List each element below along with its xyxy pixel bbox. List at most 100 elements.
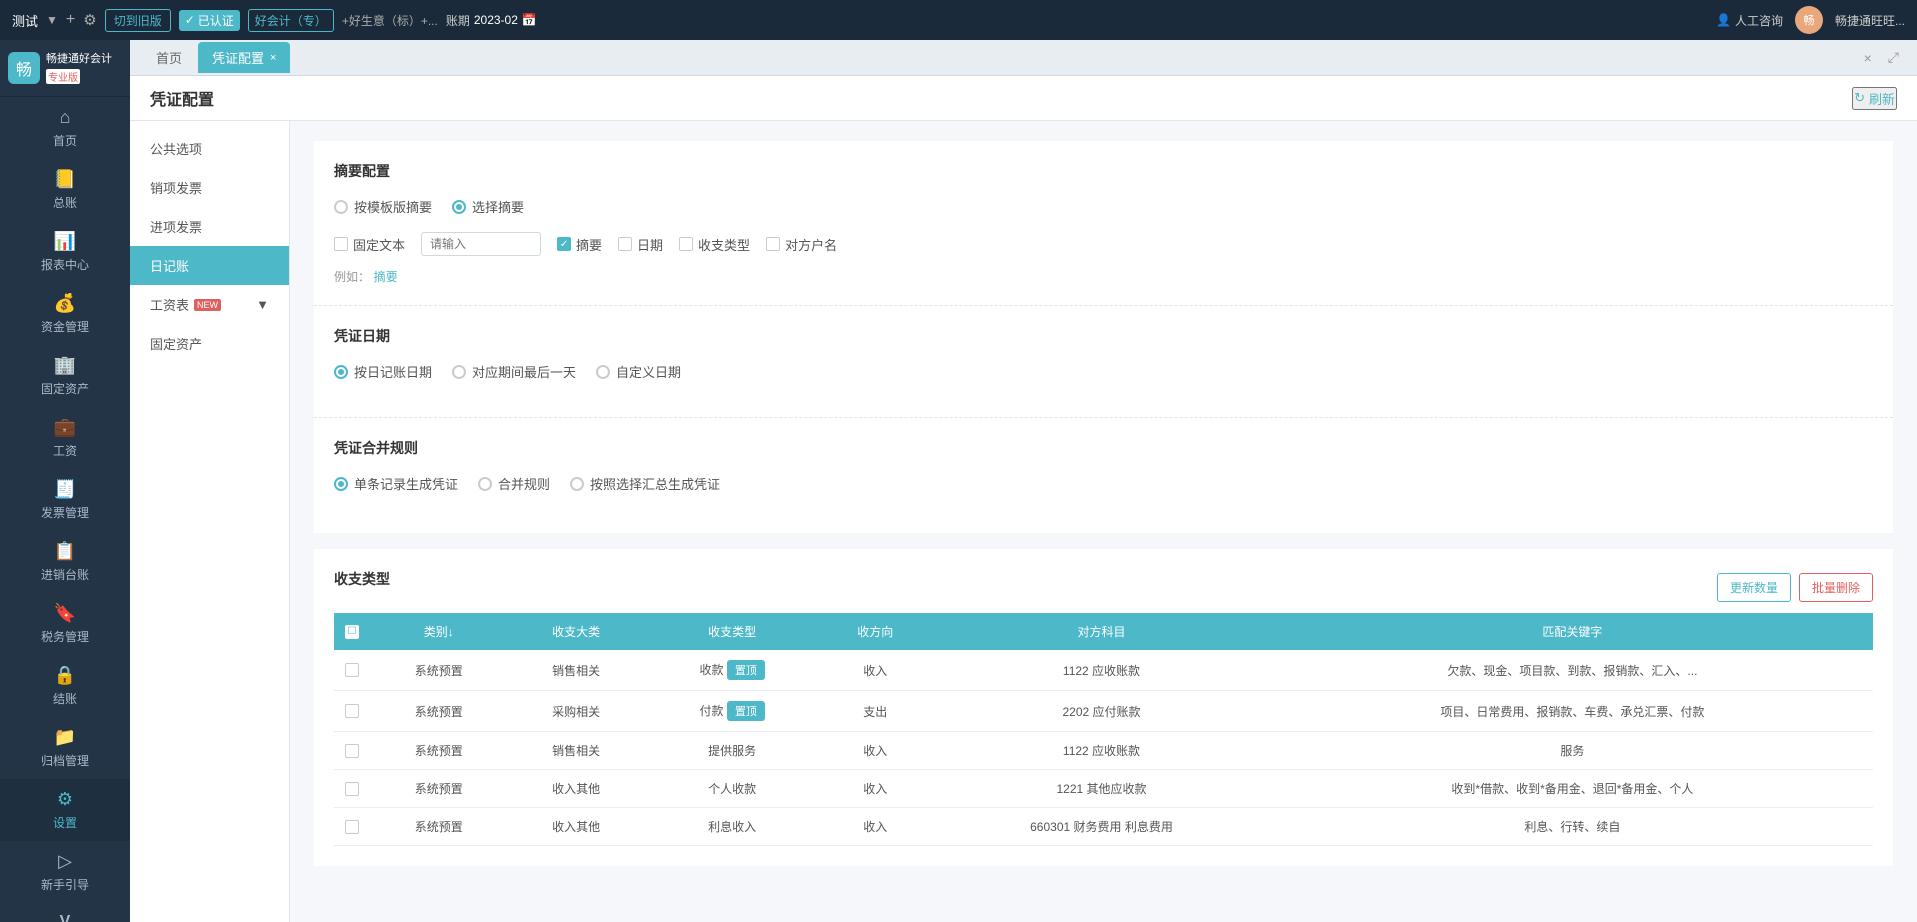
row-direction-0: 收入 [819,650,931,691]
tab-voucher-config[interactable]: 凭证配置 × [198,42,290,73]
col-keywords: 匹配关键字 [1272,613,1873,650]
row-keywords-1: 项目、日常费用、报销款、车费、承兑汇票、付款 [1272,691,1873,732]
row-account-2: 1122 应收账款 [931,732,1272,770]
sidebar-item-purchase[interactable]: 📋 进销台账 [0,531,130,593]
checkbox-counterpart[interactable]: 对方户名 [766,235,837,254]
sidebar-item-settings[interactable]: ⚙ 设置 [0,779,130,841]
left-nav-public[interactable]: 公共选项 [130,129,289,168]
left-nav-purchase-invoice[interactable]: 进项发票 [130,207,289,246]
row-checkbox-4[interactable] [334,808,370,846]
radio-merge[interactable]: 合并规则 [478,474,550,493]
table-row: 系统预置 销售相关 提供服务 收入 1122 应收账款 服务 [334,732,1873,770]
row-category-4: 系统预置 [370,808,507,846]
left-nav-payroll-table[interactable]: 工资表 NEW ▼ [130,285,289,324]
user-avatar[interactable]: 畅 [1795,6,1823,34]
row-account-1: 2202 应付账款 [931,691,1272,732]
batch-delete-btn[interactable]: 批量删除 [1799,573,1873,602]
radio-period-last[interactable]: 对应期间最后一天 [452,362,576,381]
help-btn[interactable]: 👤 人工咨询 [1716,12,1783,29]
left-nav-fixed-assets[interactable]: 固定资产 [130,324,289,363]
checkbox-fixed-text[interactable]: 固定文本 [334,235,405,254]
sidebar-logo: 畅 畅捷通好会计 专业版 [0,40,130,97]
topbar-plus-icon[interactable]: + [66,11,75,29]
topbar-settings-icon[interactable]: ⚙ [83,11,96,29]
sidebar-item-guide[interactable]: ▷ 新手引导 [0,841,130,903]
left-nav-sales-invoice[interactable]: 销项发票 [130,168,289,207]
sidebar-item-ledger[interactable]: 📒 总账 [0,159,130,221]
type-tag-btn-0[interactable]: 置顶 [727,660,765,680]
topbar-dropdown-icon[interactable]: ▼ [46,13,58,27]
row-major-type-0: 销售相关 [507,650,644,691]
radio-select-summary[interactable]: 选择摘要 [452,197,524,216]
topbar-company: 测试 [12,11,38,30]
col-major-type: 收支大类 [507,613,644,650]
row-keywords-0: 欠款、现金、项目款、到款、报销款、汇入、... [1272,650,1873,691]
row-checkbox-3[interactable] [334,770,370,808]
row-account-0: 1122 应收账款 [931,650,1272,691]
sidebar-item-funds[interactable]: 💰 资金管理 [0,283,130,345]
sidebar-item-archive[interactable]: 📁 归档管理 [0,717,130,779]
row-category-0: 系统预置 [370,650,507,691]
payroll-new-badge: NEW [194,299,221,311]
tax-icon: 🔖 [54,603,76,624]
certified-icon: ✓ [185,13,195,27]
close-icon: 🔒 [54,665,76,686]
income-expense-table: ☐ 类别↓ 收支大类 收支类型 收方向 对方科目 匹配关键字 [334,613,1873,846]
sidebar-item-close[interactable]: 🔒 结账 [0,655,130,717]
date-section: 凭证日期 按日记账日期 对应期间最后一天 自定义日期 [314,305,1893,417]
tab-home[interactable]: 首页 [142,42,196,73]
col-category: 类别↓ [370,613,507,650]
checkbox-type[interactable]: 收支类型 [679,235,750,254]
row-direction-3: 收入 [819,770,931,808]
update-count-btn[interactable]: 更新数量 [1717,573,1791,602]
main-panel: 摘要配置 按模板版摘要 选择摘要 [290,121,1917,922]
purchase-icon: 📋 [54,541,76,562]
radio-single[interactable]: 单条记录生成凭证 [334,474,458,493]
sidebar-item-tax[interactable]: 🔖 税务管理 [0,593,130,655]
calendar-icon[interactable]: 📅 [522,13,537,27]
certified-badge: ✓ 已认证 [179,10,240,31]
type-tag-btn-1[interactable]: 置顶 [727,701,765,721]
home-icon: ⌂ [60,107,71,128]
merge-radio-group: 单条记录生成凭证 合并规则 按照选择汇总生成凭证 [334,474,1873,493]
radio-custom-date[interactable]: 自定义日期 [596,362,681,381]
row-income-type-3: 个人收款 [645,770,820,808]
checkbox-date[interactable]: 日期 [618,235,663,254]
radio-template-summary[interactable]: 按模板版摘要 [334,197,432,216]
checkbox-summary[interactable]: ✓ 摘要 [557,235,602,254]
sidebar-item-reports[interactable]: 📊 报表中心 [0,221,130,283]
row-checkbox-2[interactable] [334,732,370,770]
date-checkbox [618,237,632,251]
expand-window-btn[interactable]: ⤢ [1882,47,1905,68]
table-row: 系统预置 销售相关 收款 置顶 收入 1122 应收账款 欠款、现金、项目款、到… [334,650,1873,691]
summary-radio-group: 按模板版摘要 选择摘要 [334,197,1873,216]
sidebar-item-home[interactable]: ⌂ 首页 [0,97,130,159]
row-checkbox-0[interactable] [334,650,370,691]
col-account: 对方科目 [931,613,1272,650]
close-window-btn[interactable]: × [1858,47,1878,68]
sidebar-item-assets[interactable]: 🏢 固定资产 [0,345,130,407]
assets-icon: 🏢 [54,355,76,376]
refresh-btn[interactable]: ↻ 刷新 [1852,87,1897,110]
counterpart-checkbox [766,237,780,251]
fixed-text-input[interactable] [421,232,541,256]
row-income-type-1: 付款 置顶 [645,691,820,732]
radio-journal-date[interactable]: 按日记账日期 [334,362,432,381]
row-direction-2: 收入 [819,732,931,770]
row-category-3: 系统预置 [370,770,507,808]
sidebar-item-invoice[interactable]: 🧾 发票管理 [0,469,130,531]
member-icon: V [60,913,71,922]
sidebar-item-member[interactable]: V 畅会员 [0,903,130,922]
select-all-checkbox[interactable]: ☐ [345,625,359,639]
sidebar-item-payroll[interactable]: 💼 工资 [0,407,130,469]
summary-checkbox-row: 固定文本 ✓ 摘要 日期 收支类型 [334,232,1873,256]
radio-select-circle [452,200,466,214]
row-checkbox-1[interactable] [334,691,370,732]
col-income-type: 收支类型 [645,613,820,650]
summary-title: 摘要配置 [334,161,1873,181]
tab-close-btn[interactable]: × [270,52,276,64]
radio-summary-generate[interactable]: 按照选择汇总生成凭证 [570,474,720,493]
switch-to-old-btn[interactable]: 切到旧版 [105,9,171,32]
left-nav-journal[interactable]: 日记账 [130,246,289,285]
row-income-type-0: 收款 置顶 [645,650,820,691]
